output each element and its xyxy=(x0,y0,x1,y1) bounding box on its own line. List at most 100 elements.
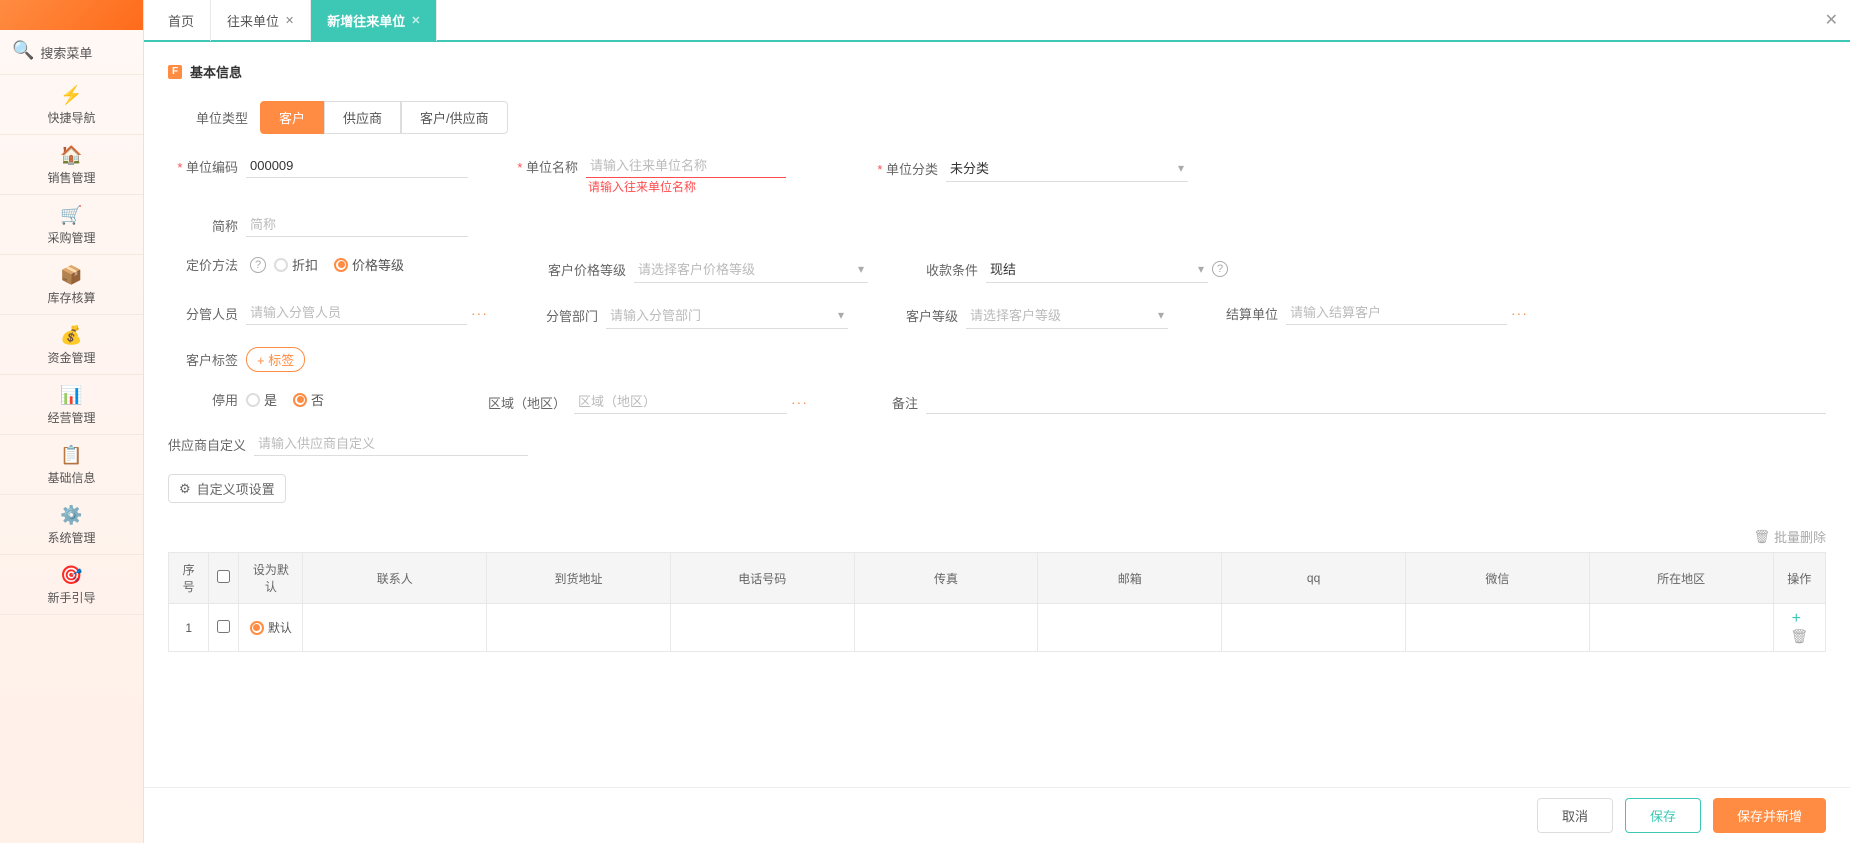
payment-help-icon[interactable]: ? xyxy=(1212,261,1228,277)
row-checkbox[interactable] xyxy=(217,620,230,633)
sidebar-item-purchase[interactable]: 🛒 采购管理 xyxy=(0,195,143,255)
contacts-table-section: 🗑 批量删除 序号 设为默认 联系人 到货地址 电话号码 传真 邮箱 qq xyxy=(168,523,1826,652)
form-row-1: 单位编码 单位名称 请输入往来单位名称 单位分类 未分类 ▾ xyxy=(168,154,1826,195)
phone-input[interactable] xyxy=(679,620,846,635)
tab-home-label: 首页 xyxy=(168,11,194,30)
region-dots-btn[interactable]: ··· xyxy=(791,394,808,410)
th-default: 设为默认 xyxy=(239,553,303,604)
row-region-input[interactable] xyxy=(1598,620,1765,635)
sidebar-item-basic[interactable]: 📋 基础信息 xyxy=(0,435,143,495)
guide-icon: 🎯 xyxy=(60,565,82,586)
th-wechat: 微信 xyxy=(1406,553,1590,604)
delete-row-icon[interactable]: 🗑 xyxy=(1790,628,1808,644)
settlement-input[interactable] xyxy=(1286,301,1507,325)
unit-name-input[interactable] xyxy=(586,154,786,178)
supplier-custom-input[interactable] xyxy=(254,432,528,456)
field-dept: 分管部门 请输入分管部门 ▾ xyxy=(528,301,848,329)
qq-input[interactable] xyxy=(1230,620,1397,635)
sidebar-item-label: 资金管理 xyxy=(47,349,95,366)
wechat-input[interactable] xyxy=(1414,620,1581,635)
radio-grade-label: 价格等级 xyxy=(352,255,404,274)
supplier-custom-label: 供应商自定义 xyxy=(168,435,246,454)
sidebar-item-label: 快捷导航 xyxy=(47,109,95,126)
th-email: 邮箱 xyxy=(1038,553,1222,604)
close-new-partner-icon[interactable]: ✕ xyxy=(411,14,420,27)
field-region: 区域（地区） ··· xyxy=(488,390,808,414)
tags-label: 客户标签 xyxy=(168,350,238,369)
type-btn-both[interactable]: 客户/供应商 xyxy=(401,101,508,134)
cancel-button[interactable]: 取消 xyxy=(1537,798,1613,833)
dept-label: 分管部门 xyxy=(528,306,598,325)
field-unit-category: 单位分类 未分类 ▾ xyxy=(868,154,1188,182)
radio-grade-circle xyxy=(334,258,348,272)
field-payment-terms: 收款条件 现结 ▾ ? xyxy=(908,255,1228,283)
finance-icon: 💰 xyxy=(60,325,82,346)
table-header-row: 序号 设为默认 联系人 到货地址 电话号码 传真 邮箱 qq 微信 所在地区 操… xyxy=(169,553,1826,604)
alias-label: 简称 xyxy=(168,216,238,235)
type-btn-customer[interactable]: 客户 xyxy=(260,101,324,134)
basic-icon: 📋 xyxy=(60,445,82,466)
batch-delete-button[interactable]: 🗑 批量删除 xyxy=(1753,527,1826,546)
sidebar-item-sales[interactable]: 🏠 销售管理 xyxy=(0,135,143,195)
add-row-icon[interactable]: + xyxy=(1792,610,1801,627)
email-input[interactable] xyxy=(1046,620,1213,635)
sidebar-item-system[interactable]: ⚙️ 系统管理 xyxy=(0,495,143,555)
radio-yes[interactable]: 是 xyxy=(246,390,277,409)
main-area: 首页 往来单位 ✕ 新增往来单位 ✕ ✕ F 基本信息 单位类型 客户 供应商 … xyxy=(144,0,1850,843)
customer-level-chevron-icon[interactable]: ▾ xyxy=(1158,308,1164,322)
alias-input[interactable] xyxy=(246,213,468,237)
manager-dots-btn[interactable]: ··· xyxy=(471,305,488,321)
unit-type-label: 单位类型 xyxy=(168,108,248,127)
select-all-checkbox[interactable] xyxy=(217,570,230,583)
pricing-radio-group: 折扣 价格等级 xyxy=(274,255,404,274)
close-partners-icon[interactable]: ✕ xyxy=(285,14,294,27)
section-title-text: 基本信息 xyxy=(190,62,242,81)
radio-yes-circle xyxy=(246,393,260,407)
default-radio[interactable] xyxy=(250,621,264,635)
customer-level-placeholder: 请选择客户等级 xyxy=(970,305,1158,324)
sales-icon: 🏠 xyxy=(60,145,82,166)
form-row-supplier-custom: 供应商自定义 xyxy=(168,432,1826,456)
region-input[interactable] xyxy=(574,390,787,414)
note-input[interactable] xyxy=(926,390,1826,414)
unit-category-chevron-icon[interactable]: ▾ xyxy=(1178,161,1184,175)
td-contact xyxy=(303,604,487,652)
custom-settings-button[interactable]: ⚙ 自定义项设置 xyxy=(168,474,286,503)
sidebar-item-finance[interactable]: 💰 资金管理 xyxy=(0,315,143,375)
tab-new-partner[interactable]: 新增往来单位 ✕ xyxy=(311,0,437,41)
sidebar-item-quicknav[interactable]: ⚡ 快捷导航 xyxy=(0,75,143,135)
sidebar-item-label: 销售管理 xyxy=(47,169,95,186)
fax-input[interactable] xyxy=(863,620,1030,635)
sidebar-item-search[interactable]: 🔍 搜索菜单 xyxy=(0,30,143,75)
radio-discount[interactable]: 折扣 xyxy=(274,255,318,274)
address-input[interactable] xyxy=(495,620,662,635)
type-btn-supplier[interactable]: 供应商 xyxy=(324,101,401,134)
sidebar-item-operations[interactable]: 📊 经营管理 xyxy=(0,375,143,435)
sidebar: 🔍 搜索菜单 ⚡ 快捷导航 🏠 销售管理 🛒 采购管理 📦 库存核算 💰 资金管… xyxy=(0,0,144,843)
save-new-button[interactable]: 保存并新增 xyxy=(1713,798,1826,833)
table-toolbar: 🗑 批量删除 xyxy=(168,523,1826,552)
th-contact: 联系人 xyxy=(303,553,487,604)
add-tag-button[interactable]: + 标签 xyxy=(246,347,305,372)
default-label: 默认 xyxy=(268,619,292,636)
save-button[interactable]: 保存 xyxy=(1625,798,1701,833)
sidebar-item-inventory[interactable]: 📦 库存核算 xyxy=(0,255,143,315)
search-icon: 🔍 xyxy=(12,40,34,61)
contact-input[interactable] xyxy=(311,620,478,635)
section-basic-info: F 基本信息 xyxy=(168,62,1826,81)
window-close-icon[interactable]: ✕ xyxy=(1825,10,1838,30)
settlement-dots-btn[interactable]: ··· xyxy=(1511,305,1528,321)
radio-grade[interactable]: 价格等级 xyxy=(334,255,404,274)
dept-chevron-icon[interactable]: ▾ xyxy=(838,308,844,322)
th-qq: qq xyxy=(1222,553,1406,604)
unit-code-input[interactable] xyxy=(246,154,468,178)
tab-partners[interactable]: 往来单位 ✕ xyxy=(211,0,311,41)
pricing-help-icon[interactable]: ? xyxy=(250,257,266,273)
sidebar-item-guide[interactable]: 🎯 新手引导 xyxy=(0,555,143,615)
customer-price-chevron-icon[interactable]: ▾ xyxy=(858,262,864,276)
field-tags: 客户标签 + 标签 xyxy=(168,347,1826,372)
manager-input[interactable] xyxy=(246,301,467,325)
tab-home[interactable]: 首页 xyxy=(152,0,211,41)
payment-terms-chevron-icon[interactable]: ▾ xyxy=(1198,262,1204,276)
radio-no[interactable]: 否 xyxy=(293,390,324,409)
